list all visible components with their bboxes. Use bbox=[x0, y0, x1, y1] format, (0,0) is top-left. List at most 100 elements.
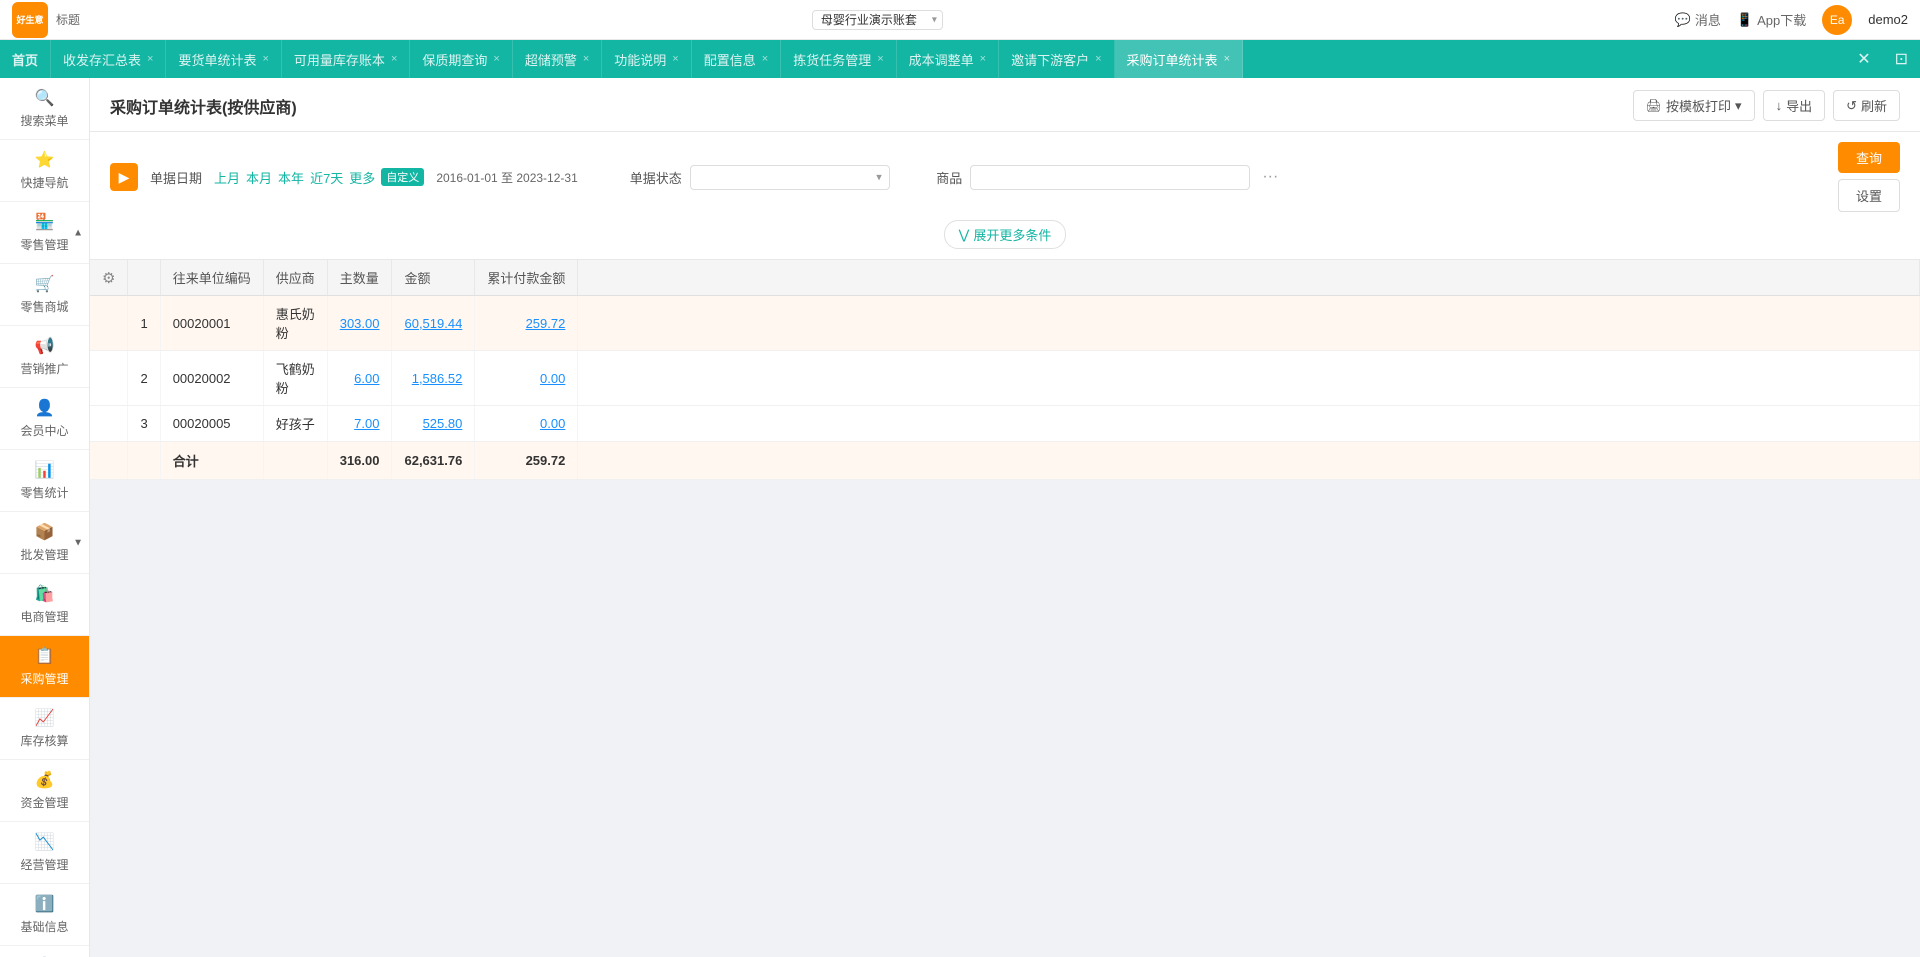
app-download-btn[interactable]: 📱 App下载 bbox=[1737, 10, 1806, 29]
app-download-icon: 📱 bbox=[1737, 12, 1753, 28]
table-header-row: ⚙ 往来单位编码 供应商 主数量 金额 累计付款金额 bbox=[90, 260, 1920, 296]
status-select-wrap[interactable] bbox=[690, 165, 890, 190]
row-cumulative-paid: 0.00 bbox=[475, 406, 578, 442]
inventory-icon: 📈 bbox=[35, 708, 55, 728]
sidebar-item-ops-mgmt[interactable]: 📉 经营管理 bbox=[0, 822, 89, 884]
query-actions: 查询 设置 bbox=[1838, 142, 1900, 212]
date-more[interactable]: 更多 bbox=[349, 168, 375, 187]
username-label[interactable]: demo2 bbox=[1868, 12, 1908, 27]
date-last-month[interactable]: 上月 bbox=[214, 168, 240, 187]
top-right: 💬 消息 📱 App下载 Ea demo2 bbox=[1675, 5, 1908, 35]
close-order-stat[interactable]: × bbox=[262, 53, 268, 65]
nav-tabs: 首页 收发存汇总表 × 要货单统计表 × 可用量库存账本 × 保质期查询 × 超… bbox=[0, 40, 1920, 78]
sidebar-item-retail-mgmt[interactable]: 🏪 零售管理 ▲ bbox=[0, 202, 89, 264]
close-config-info[interactable]: × bbox=[762, 53, 768, 65]
table-row: 3 00020005 好孩子 7.00 525.80 0.00 bbox=[90, 406, 1920, 442]
sidebar-item-marketing[interactable]: 📢 营销推广 bbox=[0, 326, 89, 388]
row-amount: 1,586.52 bbox=[392, 351, 475, 406]
workspace-select[interactable]: 母婴行业演示账套 bbox=[812, 10, 943, 30]
close-available-stock[interactable]: × bbox=[391, 53, 397, 65]
sidebar: 🔍 搜索菜单 ⭐ 快捷导航 🏪 零售管理 ▲ 🛒 零售商城 📢 营销推广 👤 会… bbox=[0, 78, 90, 957]
date-shortcuts: 上月 本月 本年 近7天 更多 自定义 bbox=[214, 168, 424, 187]
message-icon: 💬 bbox=[1675, 12, 1691, 28]
tab-purchase-stat[interactable]: 采购订单统计表 × bbox=[1115, 40, 1243, 78]
print-button[interactable]: 🖨 按模板打印 ▾ bbox=[1633, 90, 1755, 121]
column-settings-icon[interactable]: ⚙ bbox=[102, 270, 115, 287]
close-overstock-alert[interactable]: × bbox=[583, 53, 589, 65]
nav-right-controls: ✕ ⊡ bbox=[1845, 40, 1920, 78]
date-this-year[interactable]: 本年 bbox=[278, 168, 304, 187]
tab-home[interactable]: 首页 bbox=[0, 40, 51, 78]
close-collect-send[interactable]: × bbox=[147, 53, 153, 65]
col-gear: ⚙ bbox=[90, 260, 128, 296]
expand-conditions-btn[interactable]: ⋁ 展开更多条件 bbox=[944, 220, 1067, 249]
status-select[interactable] bbox=[690, 165, 890, 190]
tab-config-info[interactable]: 配置信息 × bbox=[692, 40, 781, 78]
date-custom-tag[interactable]: 自定义 bbox=[381, 168, 424, 186]
tab-function-desc[interactable]: 功能说明 × bbox=[602, 40, 691, 78]
goods-input[interactable] bbox=[970, 165, 1250, 190]
retail-store-icon: 🛒 bbox=[35, 274, 55, 294]
sidebar-item-retail-stat[interactable]: 📊 零售统计 bbox=[0, 450, 89, 512]
close-expiry-query[interactable]: × bbox=[493, 53, 499, 65]
table-row: 1 00020001 惠氏奶粉 303.00 60,519.44 259.72 bbox=[90, 296, 1920, 351]
query-button[interactable]: 查询 bbox=[1838, 142, 1900, 173]
sidebar-item-sys-mgmt[interactable]: ⚙️ 系统管理 bbox=[0, 946, 89, 957]
tab-cost-adjust[interactable]: 成本调整单 × bbox=[897, 40, 999, 78]
sidebar-item-finance[interactable]: 💰 资金管理 bbox=[0, 760, 89, 822]
close-cost-adjust[interactable]: × bbox=[980, 53, 986, 65]
footer-main-qty: 316.00 bbox=[327, 442, 392, 480]
status-label: 单据状态 bbox=[630, 168, 682, 187]
sidebar-item-wholesale-mgmt[interactable]: 📦 批发管理 ▼ bbox=[0, 512, 89, 574]
close-function-desc[interactable]: × bbox=[672, 53, 678, 65]
tab-order-stat[interactable]: 要货单统计表 × bbox=[166, 40, 281, 78]
tab-pick-task[interactable]: 拣货任务管理 × bbox=[781, 40, 896, 78]
sidebar-item-search[interactable]: 🔍 搜索菜单 bbox=[0, 78, 89, 140]
date-label: 单据日期 bbox=[150, 168, 202, 187]
sidebar-item-quick-nav[interactable]: ⭐ 快捷导航 bbox=[0, 140, 89, 202]
sidebar-item-inventory[interactable]: 📈 库存核算 bbox=[0, 698, 89, 760]
tab-collect-send[interactable]: 收发存汇总表 × bbox=[51, 40, 166, 78]
content-area: 采购订单统计表(按供应商) 🖨 按模板打印 ▾ ↓ 导出 ↺ 刷新 bbox=[90, 78, 1920, 957]
goods-more-btn[interactable]: ··· bbox=[1262, 168, 1278, 186]
row-cumulative-paid: 0.00 bbox=[475, 351, 578, 406]
filter-toggle-btn[interactable]: ▶ bbox=[110, 163, 138, 191]
footer-supplier-cell bbox=[263, 442, 327, 480]
date-this-month[interactable]: 本月 bbox=[246, 168, 272, 187]
tab-overstock-alert[interactable]: 超储预警 × bbox=[513, 40, 602, 78]
sidebar-item-ecom-mgmt[interactable]: 🛍️ 电商管理 bbox=[0, 574, 89, 636]
message-btn[interactable]: 💬 消息 bbox=[1675, 10, 1721, 29]
filter-area: ▶ 单据日期 上月 本月 本年 近7天 更多 自定义 2016-01-01 至 … bbox=[90, 132, 1920, 260]
filter-status-wrap: 单据状态 ▾ bbox=[630, 165, 885, 190]
row-main-qty: 6.00 bbox=[327, 351, 392, 406]
close-invite-downstream[interactable]: × bbox=[1095, 53, 1101, 65]
page-title: 采购订单统计表(按供应商) bbox=[110, 94, 297, 118]
close-purchase-stat[interactable]: × bbox=[1224, 53, 1230, 65]
date-range-display: 2016-01-01 至 2023-12-31 bbox=[436, 169, 577, 186]
export-button[interactable]: ↓ 导出 bbox=[1763, 90, 1826, 121]
tab-expiry-query[interactable]: 保质期查询 × bbox=[410, 40, 512, 78]
footer-amount: 62,631.76 bbox=[392, 442, 475, 480]
sidebar-item-purchase-mgmt[interactable]: 📋 采购管理 bbox=[0, 636, 89, 698]
sidebar-item-basic-info[interactable]: ℹ️ 基础信息 bbox=[0, 884, 89, 946]
sidebar-item-member-center[interactable]: 👤 会员中心 bbox=[0, 388, 89, 450]
refresh-button[interactable]: ↺ 刷新 bbox=[1833, 90, 1900, 121]
row-gear bbox=[90, 296, 128, 351]
quick-nav-icon: ⭐ bbox=[35, 150, 55, 170]
row-index: 1 bbox=[128, 296, 160, 351]
nav-close-btn[interactable]: ✕ bbox=[1845, 40, 1882, 78]
workspace-selector[interactable]: 母婴行业演示账套 bbox=[812, 10, 943, 30]
close-pick-task[interactable]: × bbox=[877, 53, 883, 65]
print-dropdown-icon: ▾ bbox=[1735, 98, 1742, 114]
logo-abbr: 好生意 bbox=[16, 13, 43, 26]
tab-invite-downstream[interactable]: 邀请下游客户 × bbox=[999, 40, 1114, 78]
nav-restore-btn[interactable]: ⊡ bbox=[1883, 40, 1920, 78]
footer-gear-cell bbox=[90, 442, 128, 480]
tab-available-stock[interactable]: 可用量库存账本 × bbox=[282, 40, 410, 78]
settings-button[interactable]: 设置 bbox=[1838, 179, 1900, 212]
sidebar-item-retail-store[interactable]: 🛒 零售商城 bbox=[0, 264, 89, 326]
row-supplier: 飞鹤奶粉 bbox=[263, 351, 327, 406]
member-center-icon: 👤 bbox=[35, 398, 55, 418]
date-last-7days[interactable]: 近7天 bbox=[310, 168, 343, 187]
print-icon: 🖨 bbox=[1646, 98, 1663, 114]
